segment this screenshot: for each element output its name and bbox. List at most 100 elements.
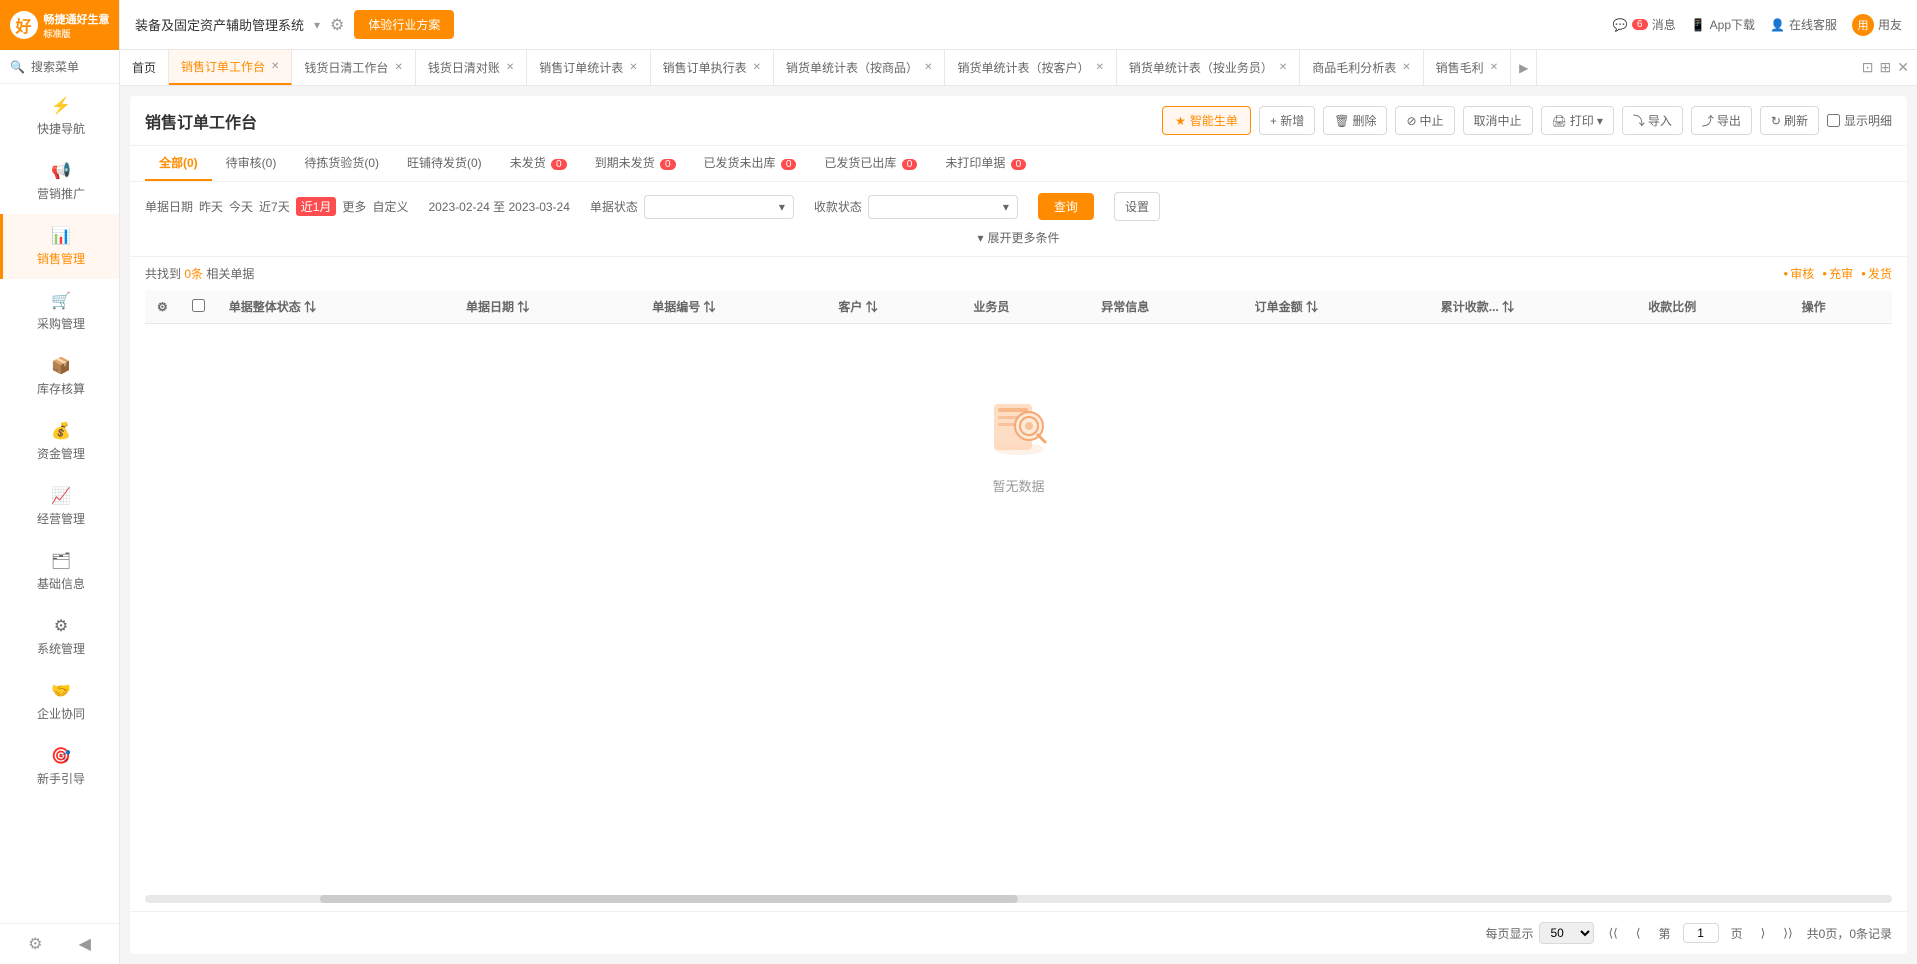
header-settings-icon[interactable]: ⚙	[330, 15, 344, 35]
sub-tab-unprinted[interactable]: 未打印单据 0	[931, 146, 1040, 181]
th-accumulated[interactable]: 累计收款... ⇅	[1429, 290, 1636, 324]
query-button[interactable]: 查询	[1038, 193, 1094, 220]
date-option-7days[interactable]: 近7天	[259, 198, 290, 215]
scroll-thumb[interactable]	[320, 895, 1019, 903]
refresh-button[interactable]: ↻ 刷新	[1760, 106, 1819, 135]
select-all-checkbox[interactable]	[192, 299, 205, 312]
th-doc-no[interactable]: 单据编号 ⇅	[640, 290, 826, 324]
sidebar-item-quick-nav[interactable]: ⚡ 快捷导航	[0, 84, 119, 149]
dropdown-arrow-icon[interactable]: ▾	[314, 18, 320, 32]
user-action[interactable]: 用 用友	[1852, 14, 1902, 36]
sub-tab-wangpu[interactable]: 旺铺待发货(0)	[393, 146, 496, 181]
tab-sales-order[interactable]: 销售订单工作台 ✕	[169, 50, 292, 85]
sub-tab-pending-review[interactable]: 待审核(0)	[212, 146, 291, 181]
show-detail-checkbox[interactable]	[1827, 114, 1840, 127]
sub-tab-all[interactable]: 全部(0)	[145, 146, 212, 181]
sub-tab-pending-pickup[interactable]: 待拣货验货(0)	[290, 146, 393, 181]
settings-bottom-icon[interactable]: ⚙	[28, 934, 42, 954]
tab-restore-icon[interactable]: ⊡	[1862, 59, 1874, 76]
smart-order-button[interactable]: ★ 智能生单	[1162, 106, 1251, 135]
collapse-icon[interactable]: ◀	[79, 934, 91, 954]
tab-more-button[interactable]: ▶	[1511, 50, 1537, 85]
th-checkbox[interactable]	[180, 290, 217, 324]
tab-sales-customer[interactable]: 销货单统计表（按客户） ✕	[945, 50, 1116, 85]
cancel-stop-button[interactable]: 取消中止	[1463, 106, 1533, 135]
date-option-today[interactable]: 今天	[229, 198, 253, 215]
tab-sales-product[interactable]: 销货单统计表（按商品） ✕	[774, 50, 945, 85]
message-action[interactable]: 💬 6 消息	[1613, 16, 1676, 33]
per-page-select[interactable]: 50 100 200	[1539, 922, 1594, 944]
th-customer[interactable]: 客户 ⇅	[826, 290, 961, 324]
tab-sales-profit[interactable]: 销售毛利 ✕	[1424, 50, 1511, 85]
th-order-amount[interactable]: 订单金额 ⇅	[1243, 290, 1429, 324]
tab-sales-exec[interactable]: 销售订单执行表 ✕	[651, 50, 774, 85]
tab-cash-daily-close[interactable]: ✕	[394, 62, 402, 73]
date-option-yesterday[interactable]: 昨天	[199, 198, 223, 215]
page-input[interactable]	[1683, 923, 1719, 943]
print-button[interactable]: 🖨 打印 ▾	[1541, 106, 1614, 135]
date-option-more[interactable]: 更多	[342, 198, 366, 215]
tab-gross-margin-close[interactable]: ✕	[1402, 62, 1410, 73]
sidebar-item-basic-info[interactable]: 🗂 基础信息	[0, 539, 119, 604]
sidebar-item-sales[interactable]: 📊 销售管理	[0, 214, 119, 279]
sidebar-item-system[interactable]: ⚙ 系统管理	[0, 604, 119, 669]
experience-button[interactable]: 体验行业方案	[354, 10, 454, 39]
date-option-1month[interactable]: 近1月	[296, 197, 337, 216]
import-button[interactable]: ⤵ 导入	[1622, 106, 1683, 135]
show-detail-label[interactable]: 显示明细	[1827, 112, 1892, 129]
tab-bar-actions: ⊡ ⊞ ✕	[1854, 50, 1917, 85]
tab-sales-customer-close[interactable]: ✕	[1095, 62, 1103, 73]
tab-gross-margin[interactable]: 商品毛利分析表 ✕	[1300, 50, 1423, 85]
tab-sales-stat[interactable]: 销售订单统计表 ✕	[527, 50, 650, 85]
payment-select[interactable]: ▾	[868, 195, 1018, 219]
th-settings[interactable]: ⚙	[145, 290, 180, 324]
tab-sales-staff-close[interactable]: ✕	[1279, 62, 1287, 73]
app-download-action[interactable]: 📱 App下载	[1691, 16, 1755, 33]
delete-button[interactable]: 🗑 删除	[1323, 106, 1387, 135]
prev-page-btn[interactable]: ⟨	[1630, 924, 1647, 942]
tab-home[interactable]: 首页	[120, 50, 169, 85]
quick-unreview-button[interactable]: 充审	[1822, 265, 1853, 282]
first-page-btn[interactable]: ⟨⟨	[1602, 924, 1623, 942]
tab-sales-profit-close[interactable]: ✕	[1490, 62, 1498, 73]
th-doc-date[interactable]: 单据日期 ⇅	[454, 290, 640, 324]
quick-ship-button[interactable]: 发货	[1861, 265, 1892, 282]
sidebar-item-search[interactable]: 🔍 搜索菜单	[0, 50, 119, 84]
sidebar-item-inventory[interactable]: 📦 库存核算	[0, 344, 119, 409]
last-page-btn[interactable]: ⟩⟩	[1777, 924, 1798, 942]
stop-button[interactable]: ⊘ 中止	[1395, 106, 1454, 135]
tab-sales-order-close[interactable]: ✕	[271, 61, 279, 72]
sidebar-item-cooperation[interactable]: 🤝 企业协同	[0, 669, 119, 734]
sub-tab-shipped-no-out[interactable]: 已发货未出库 0	[690, 146, 811, 181]
add-button[interactable]: + 新增	[1259, 106, 1315, 135]
sub-tab-shipped-out[interactable]: 已发货已出库 0	[810, 146, 931, 181]
tab-cash-reconcile[interactable]: 钱货日清对账 ✕	[416, 50, 527, 85]
tab-sales-product-close[interactable]: ✕	[924, 62, 932, 73]
date-option-custom[interactable]: 自定义	[372, 198, 408, 215]
tab-sales-staff[interactable]: 销货单统计表（按业务员） ✕	[1117, 50, 1300, 85]
sub-tab-unshipped[interactable]: 未发货 0	[496, 146, 581, 181]
th-anomaly[interactable]: 异常信息	[1089, 290, 1242, 324]
sub-tab-overdue[interactable]: 到期未发货 0	[581, 146, 690, 181]
horizontal-scrollbar[interactable]	[145, 895, 1892, 903]
sidebar-item-purchase[interactable]: 🛒 采购管理	[0, 279, 119, 344]
online-service-action[interactable]: 👤 在线客服	[1770, 16, 1837, 33]
setting-button[interactable]: 设置	[1114, 192, 1160, 221]
tab-cash-reconcile-close[interactable]: ✕	[506, 62, 514, 73]
th-staff[interactable]: 业务员	[961, 290, 1089, 324]
export-button[interactable]: ⤴ 导出	[1691, 106, 1752, 135]
sidebar-item-finance[interactable]: 💰 资金管理	[0, 409, 119, 474]
sidebar-item-business[interactable]: 📈 经营管理	[0, 474, 119, 539]
tab-sales-exec-close[interactable]: ✕	[753, 62, 761, 73]
sidebar-item-guide[interactable]: 🎯 新手引导	[0, 734, 119, 799]
tab-close-all-icon[interactable]: ✕	[1897, 59, 1909, 76]
status-select[interactable]: ▾	[644, 195, 794, 219]
next-page-btn[interactable]: ⟩	[1755, 924, 1772, 942]
th-doc-status[interactable]: 单据整体状态 ⇅	[217, 290, 454, 324]
expand-filter-button[interactable]: ▾ 展开更多条件	[977, 229, 1059, 246]
tab-sales-stat-close[interactable]: ✕	[629, 62, 637, 73]
sidebar-item-marketing[interactable]: 📢 营销推广	[0, 149, 119, 214]
tab-maximize-icon[interactable]: ⊞	[1880, 59, 1892, 76]
tab-cash-daily[interactable]: 钱货日清工作台 ✕	[292, 50, 415, 85]
quick-review-button[interactable]: 审核	[1783, 265, 1814, 282]
